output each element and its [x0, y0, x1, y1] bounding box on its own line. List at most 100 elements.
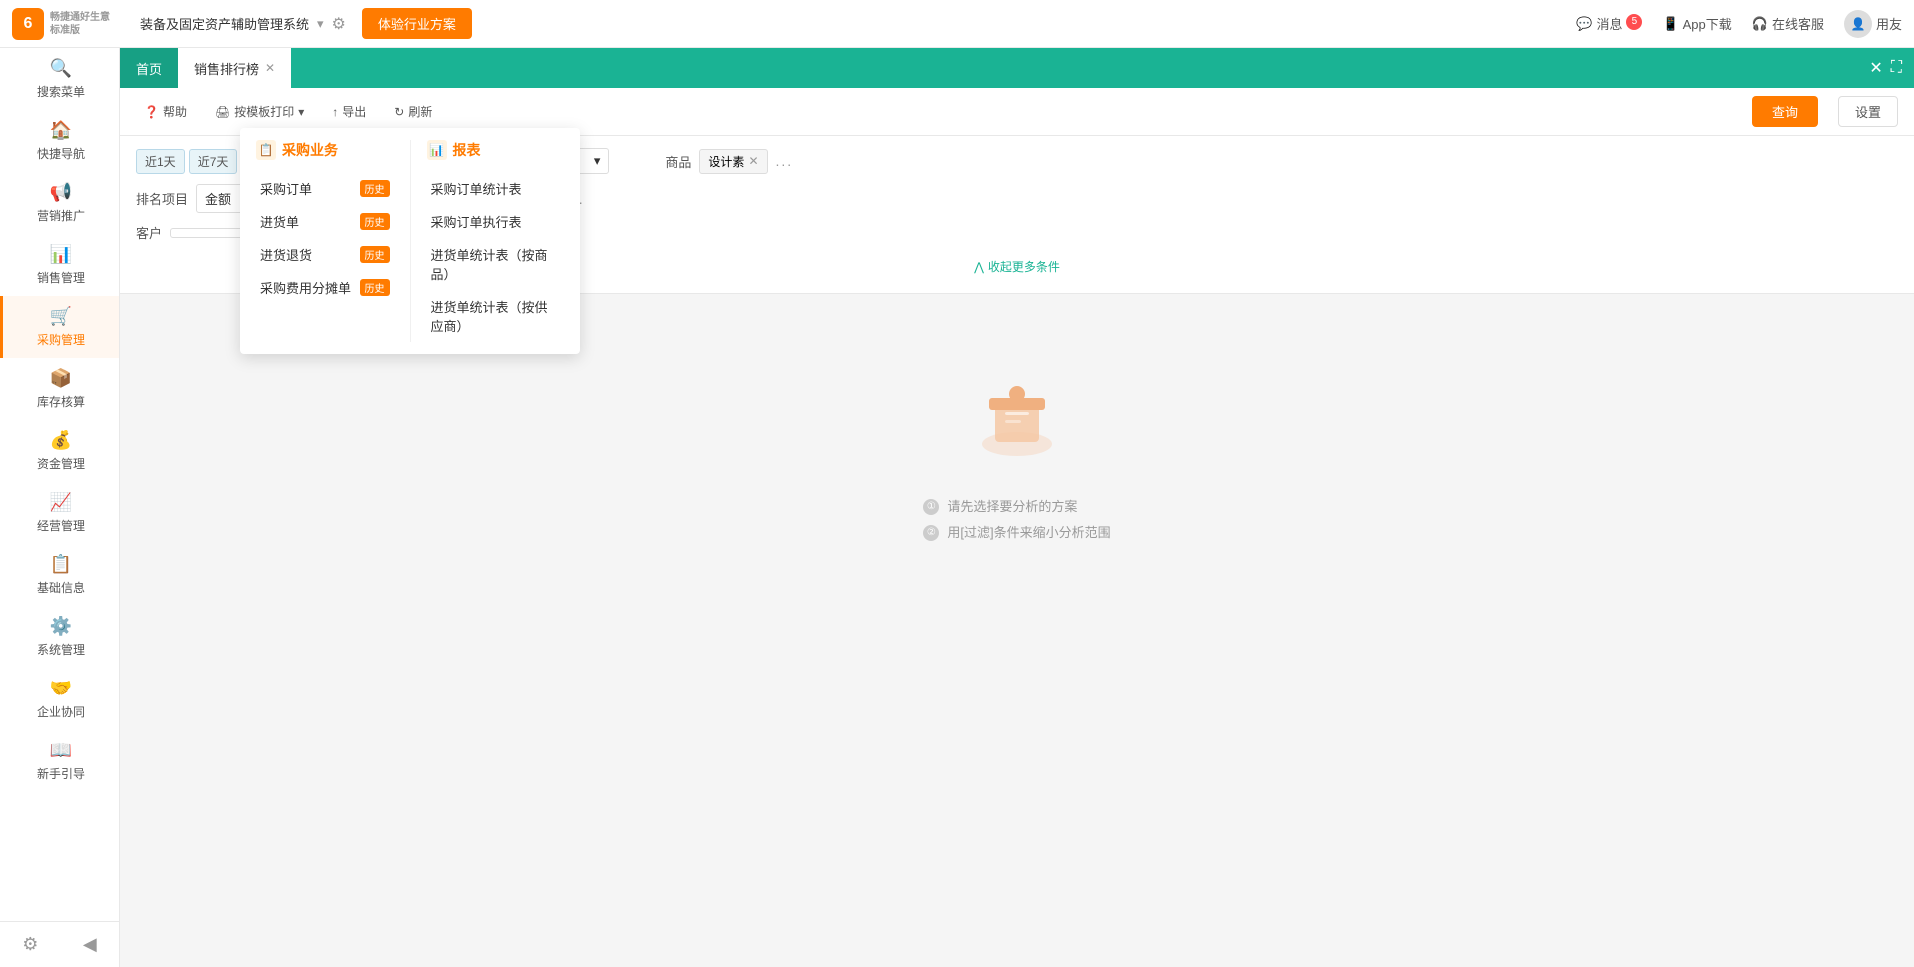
- query-button[interactable]: 查询: [1752, 96, 1818, 127]
- logo-icon: 6: [12, 8, 44, 40]
- sidebar-item-purchase[interactable]: 🛒 采购管理: [0, 296, 119, 358]
- system-title: 装备及固定资产辅助管理系统 ▾ ⚙: [140, 14, 346, 34]
- avatar: 👤: [1844, 10, 1872, 38]
- page-content: ❓ 帮助 🖨 按模板打印 ▾ ↑ 导出 ↻ 刷新 查询 设置: [120, 88, 1914, 967]
- sidebar-item-baseinfo[interactable]: 📋 基础信息: [0, 544, 119, 606]
- system-icon: ⚙️: [50, 616, 72, 637]
- dropdown-item-purchase-order-exec[interactable]: 采购订单执行表: [427, 205, 565, 238]
- help-icon: ❓: [144, 105, 159, 119]
- collapse-up-icon: ⋀: [974, 260, 984, 274]
- inventory-icon: 📦: [50, 368, 72, 389]
- header-right: 💬 消息 5 📱 App下载 🎧 在线客服 👤 用友: [1576, 10, 1902, 38]
- setting-button[interactable]: 设置: [1838, 96, 1898, 127]
- guide-icon: 📖: [50, 740, 72, 761]
- chevron-down-icon[interactable]: ▾: [317, 16, 324, 32]
- date-tag-1day[interactable]: 近1天: [136, 149, 185, 174]
- app-download-nav[interactable]: 📱 App下载: [1662, 14, 1731, 33]
- goods-tag-close[interactable]: ✕: [748, 154, 758, 168]
- goods-tag: 设计素 ✕: [699, 149, 767, 174]
- trial-button[interactable]: 体验行业方案: [362, 8, 472, 39]
- dropdown-item-goods-receipt[interactable]: 进货单 历史: [256, 205, 394, 238]
- empty-illustration: [967, 374, 1067, 474]
- sidebar-item-operation[interactable]: 📈 经营管理: [0, 482, 119, 544]
- baseinfo-icon: 📋: [50, 554, 72, 575]
- dropdown-item-purchase-expense[interactable]: 采购费用分摊单 历史: [256, 271, 394, 304]
- goods-return-badge: 历史: [360, 246, 390, 263]
- dropdown-columns: 📋 采购业务 采购订单 历史 进货单 历史 进货退货: [240, 140, 580, 342]
- dropdown-col-purchase: 📋 采购业务 采购订单 历史 进货单 历史 进货退货: [240, 140, 410, 342]
- sidebar-item-sales[interactable]: 📊 销售管理: [0, 234, 119, 296]
- logo-area: 6 畅捷通好生意 标准版: [12, 8, 132, 40]
- sidebar-item-guide[interactable]: 📖 新手引导: [0, 730, 119, 792]
- sidebar-item-quicknav[interactable]: 🏠 快捷导航: [0, 110, 119, 172]
- tab-close-all-icon[interactable]: ✕: [1869, 58, 1882, 78]
- online-service-nav[interactable]: 🎧 在线客服: [1752, 14, 1824, 33]
- goods-label: 商品: [665, 152, 691, 171]
- customer-label: 客户: [136, 223, 162, 242]
- home-icon: 🏠: [50, 120, 72, 141]
- goods-filter-group: 商品 设计素 ✕ ...: [665, 149, 865, 174]
- dropdown-item-goods-return[interactable]: 进货退货 历史: [256, 238, 394, 271]
- operation-icon: 📈: [50, 492, 72, 513]
- purchase-icon: 🛒: [50, 306, 72, 327]
- purchase-dropdown-menu: 📋 采购业务 采购订单 历史 进货单 历史 进货退货: [240, 128, 580, 354]
- sidebar-item-search[interactable]: 🔍 搜索菜单: [0, 48, 119, 110]
- sidebar-item-finance[interactable]: 💰 资金管理: [0, 420, 119, 482]
- marketing-icon: 📢: [50, 182, 72, 203]
- refresh-button[interactable]: ↻ 刷新: [386, 99, 440, 124]
- finance-icon: 💰: [50, 430, 72, 451]
- help-button[interactable]: ❓ 帮助: [136, 99, 195, 124]
- date-tag-7days[interactable]: 近7天: [189, 149, 238, 174]
- export-button[interactable]: ↑ 导出: [324, 99, 374, 124]
- dropdown-item-goods-stat-by-product[interactable]: 进货单统计表（按商品）: [427, 238, 565, 290]
- export-icon: ↑: [332, 105, 338, 119]
- settings-icon[interactable]: ⚙: [332, 14, 346, 34]
- empty-tips: ① 请先选择要分析的方案 ② 用[过滤]条件来缩小分析范围: [923, 494, 1110, 546]
- messages-nav[interactable]: 💬 消息 5: [1576, 14, 1642, 33]
- tab-bar: 首页 销售排行榜 ✕ ✕ ⛶: [120, 48, 1914, 88]
- sidebar-item-enterprise[interactable]: 🤝 企业协同: [0, 668, 119, 730]
- enterprise-icon: 🤝: [50, 678, 72, 699]
- search-icon: 🔍: [50, 58, 72, 79]
- dropdown-col-purchase-title: 📋 采购业务: [256, 140, 394, 164]
- sidebar-item-system[interactable]: ⚙️ 系统管理: [0, 606, 119, 668]
- top-header: 6 畅捷通好生意 标准版 装备及固定资产辅助管理系统 ▾ ⚙ 体验行业方案 💬 …: [0, 0, 1914, 48]
- purchase-expense-badge: 历史: [360, 279, 390, 296]
- report-col-icon: 📊: [427, 140, 447, 160]
- dropdown-item-goods-stat-by-supplier[interactable]: 进货单统计表（按供应商）: [427, 290, 565, 342]
- main-layout: 🔍 搜索菜单 🏠 快捷导航 📢 营销推广 📊 销售管理 🛒 采购管理 📦 库存核…: [0, 48, 1914, 967]
- dropdown-item-purchase-order-stat[interactable]: 采购订单统计表: [427, 172, 565, 205]
- refresh-icon: ↻: [394, 105, 404, 119]
- sidebar-item-marketing[interactable]: 📢 营销推广: [0, 172, 119, 234]
- sidebar-item-inventory[interactable]: 📦 库存核算: [0, 358, 119, 420]
- tab-fullscreen-icon[interactable]: ⛶: [1891, 59, 1902, 77]
- sidebar-bottom: ⚙ ◀: [0, 921, 119, 967]
- tab-sales-rank[interactable]: 销售排行榜 ✕: [178, 48, 291, 88]
- tab-actions: ✕ ⛶: [1869, 58, 1914, 78]
- print-button[interactable]: 🖨 按模板打印 ▾: [207, 99, 312, 124]
- dropdown-item-purchase-order[interactable]: 采购订单 历史: [256, 172, 394, 205]
- user-nav[interactable]: 👤 用友: [1844, 10, 1902, 38]
- message-badge: 5: [1626, 14, 1642, 30]
- sidebar: 🔍 搜索菜单 🏠 快捷导航 📢 营销推广 📊 销售管理 🛒 采购管理 📦 库存核…: [0, 48, 120, 967]
- dropdown-col-report: 📊 报表 采购订单统计表 采购订单执行表 进货单统计表（按商品）: [411, 140, 581, 342]
- sidebar-collapse-icon[interactable]: ◀: [83, 934, 97, 955]
- purchase-col-icon: 📋: [256, 140, 276, 160]
- goods-more-btn[interactable]: ...: [776, 153, 794, 169]
- tab-home[interactable]: 首页: [120, 48, 178, 88]
- sidebar-settings-icon[interactable]: ⚙: [22, 934, 38, 955]
- content-area: 首页 销售排行榜 ✕ ✕ ⛶ ❓ 帮助 🖨 按模板打印: [120, 48, 1914, 967]
- message-icon: 💬: [1576, 16, 1592, 32]
- print-chevron-icon: ▾: [298, 105, 304, 119]
- mobile-icon: 📱: [1662, 16, 1678, 32]
- dropdown-col-report-title: 📊 报表: [427, 140, 565, 164]
- rank-label: 排名项目: [136, 189, 188, 208]
- sales-icon: 📊: [50, 244, 72, 265]
- tab-close-icon[interactable]: ✕: [265, 61, 275, 75]
- doc-status-chevron: ▾: [594, 153, 601, 169]
- logo-text: 畅捷通好生意 标准版: [50, 11, 110, 37]
- headset-icon: 🎧: [1752, 16, 1768, 32]
- goods-receipt-badge: 历史: [360, 213, 390, 230]
- print-icon: 🖨: [215, 105, 230, 119]
- purchase-order-badge: 历史: [360, 180, 390, 197]
